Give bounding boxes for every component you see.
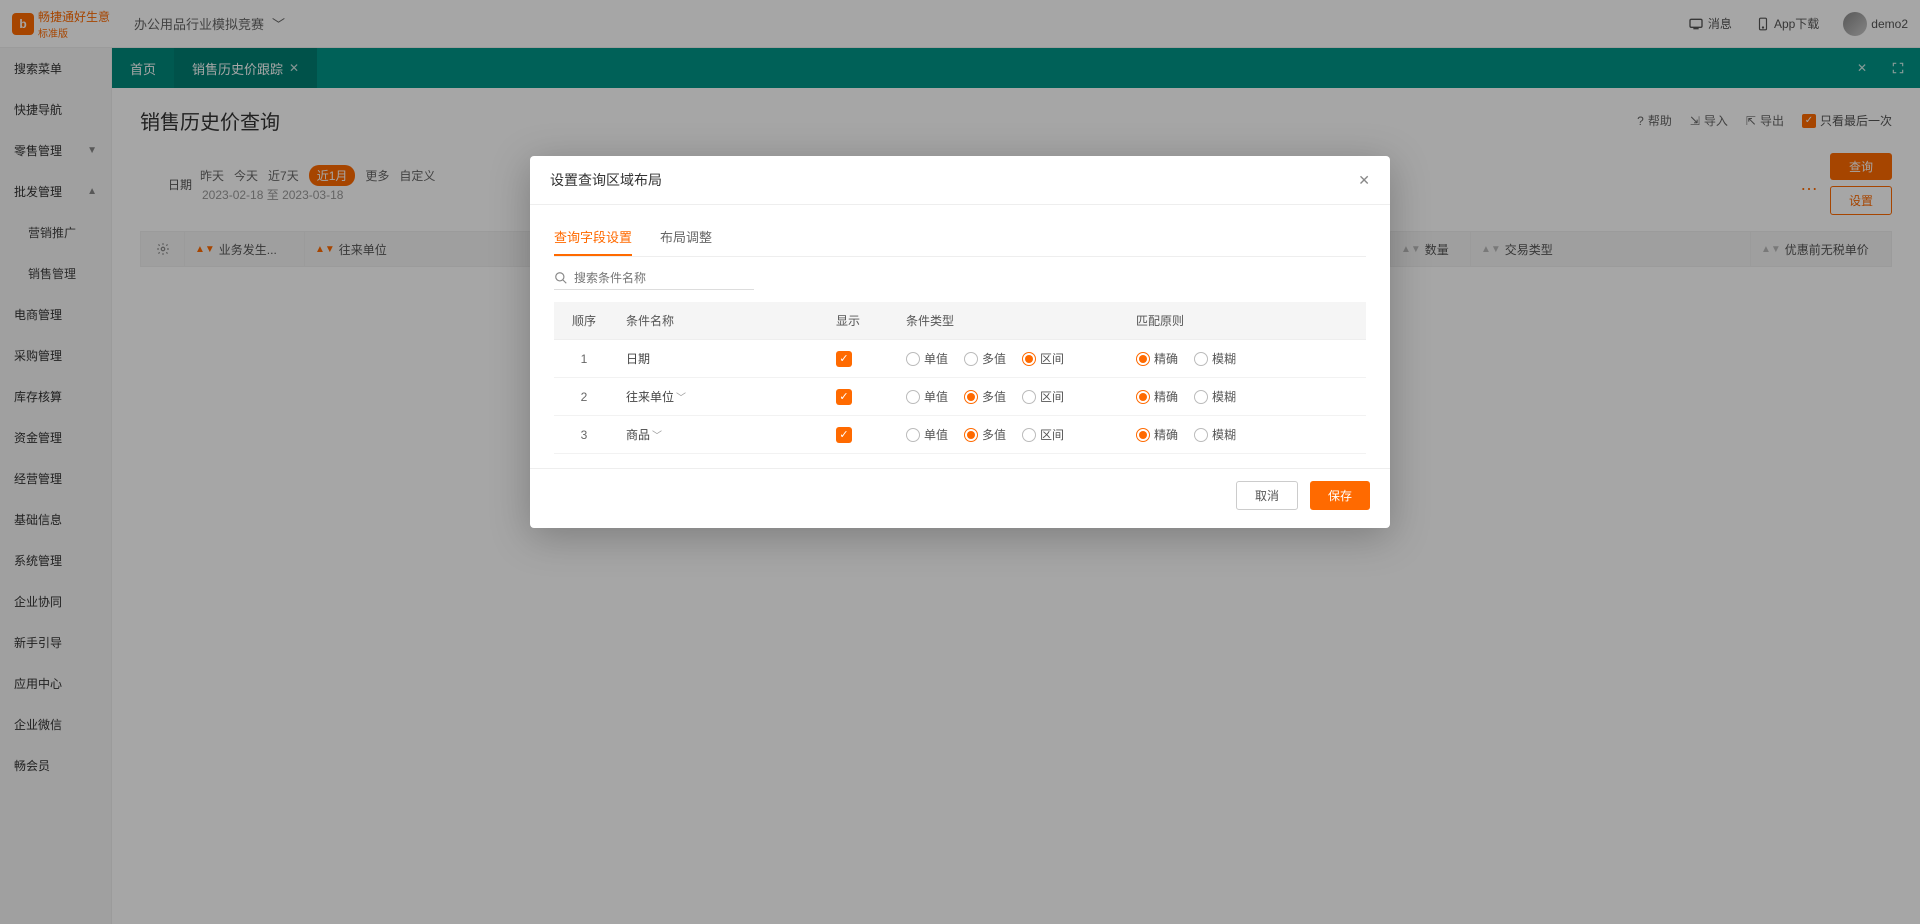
cancel-button[interactable]: 取消: [1236, 481, 1298, 510]
radio-dot-icon: [906, 428, 920, 442]
cell-match: 精确模糊: [1124, 416, 1366, 454]
radio-type[interactable]: 多值: [964, 388, 1006, 405]
th-match: 匹配原则: [1124, 302, 1366, 340]
check-icon: ✓: [836, 351, 852, 367]
radio-dot-icon: [1136, 390, 1150, 404]
radio-dot-icon: [906, 390, 920, 404]
check-icon: ✓: [836, 389, 852, 405]
radio-dot-icon: [1136, 428, 1150, 442]
cell-name: 往来单位﹀: [614, 378, 824, 416]
cell-seq: 3: [554, 416, 614, 454]
modal-table: 顺序 条件名称 显示 条件类型 匹配原则 1日期✓单值多值区间精确模糊2往来单位…: [554, 302, 1366, 454]
modal-row: 2往来单位﹀✓单值多值区间精确模糊: [554, 378, 1366, 416]
cell-show[interactable]: ✓: [824, 340, 894, 378]
modal-tabs: 查询字段设置 布局调整: [554, 219, 1366, 257]
radio-dot-icon: [1022, 428, 1036, 442]
th-type: 条件类型: [894, 302, 1124, 340]
radio-type[interactable]: 区间: [1022, 388, 1064, 405]
radio-dot-icon: [1194, 390, 1208, 404]
modal-overlay[interactable]: 设置查询区域布局 ✕ 查询字段设置 布局调整 顺序 条件名称 显示: [0, 0, 1920, 924]
radio-dot-icon: [1136, 352, 1150, 366]
cell-type: 单值多值区间: [894, 340, 1124, 378]
th-seq: 顺序: [554, 302, 614, 340]
radio-dot-icon: [1194, 352, 1208, 366]
radio-type[interactable]: 多值: [964, 350, 1006, 367]
cell-type: 单值多值区间: [894, 416, 1124, 454]
modal-title: 设置查询区域布局: [550, 170, 662, 190]
radio-match[interactable]: 模糊: [1194, 388, 1236, 405]
modal-tab-fields[interactable]: 查询字段设置: [554, 219, 632, 256]
cell-name: 商品﹀: [614, 416, 824, 454]
radio-dot-icon: [964, 352, 978, 366]
check-icon: ✓: [836, 427, 852, 443]
modal-tab-layout[interactable]: 布局调整: [660, 219, 712, 256]
modal-row: 3商品﹀✓单值多值区间精确模糊: [554, 416, 1366, 454]
radio-dot-icon: [1022, 352, 1036, 366]
modal-close-icon[interactable]: ✕: [1358, 172, 1370, 189]
cell-seq: 1: [554, 340, 614, 378]
radio-type[interactable]: 单值: [906, 426, 948, 443]
th-name: 条件名称: [614, 302, 824, 340]
radio-type[interactable]: 单值: [906, 350, 948, 367]
chevron-down-icon[interactable]: ﹀: [676, 393, 686, 404]
radio-dot-icon: [1194, 428, 1208, 442]
settings-modal: 设置查询区域布局 ✕ 查询字段设置 布局调整 顺序 条件名称 显示: [530, 156, 1390, 528]
radio-match[interactable]: 模糊: [1194, 426, 1236, 443]
radio-dot-icon: [1022, 390, 1036, 404]
cell-show[interactable]: ✓: [824, 416, 894, 454]
modal-search-input[interactable]: [574, 271, 754, 285]
cell-type: 单值多值区间: [894, 378, 1124, 416]
th-show: 显示: [824, 302, 894, 340]
radio-match[interactable]: 模糊: [1194, 350, 1236, 367]
radio-match[interactable]: 精确: [1136, 426, 1178, 443]
radio-type[interactable]: 区间: [1022, 350, 1064, 367]
cell-match: 精确模糊: [1124, 340, 1366, 378]
radio-type[interactable]: 区间: [1022, 426, 1064, 443]
cell-match: 精确模糊: [1124, 378, 1366, 416]
radio-type[interactable]: 单值: [906, 388, 948, 405]
modal-search[interactable]: [554, 267, 754, 290]
cell-seq: 2: [554, 378, 614, 416]
cell-name: 日期: [614, 340, 824, 378]
radio-match[interactable]: 精确: [1136, 350, 1178, 367]
radio-match[interactable]: 精确: [1136, 388, 1178, 405]
chevron-down-icon[interactable]: ﹀: [652, 431, 662, 442]
radio-dot-icon: [964, 428, 978, 442]
modal-row: 1日期✓单值多值区间精确模糊: [554, 340, 1366, 378]
search-icon: [554, 271, 568, 285]
radio-dot-icon: [964, 390, 978, 404]
cell-show[interactable]: ✓: [824, 378, 894, 416]
radio-dot-icon: [906, 352, 920, 366]
radio-type[interactable]: 多值: [964, 426, 1006, 443]
save-button[interactable]: 保存: [1310, 481, 1370, 510]
